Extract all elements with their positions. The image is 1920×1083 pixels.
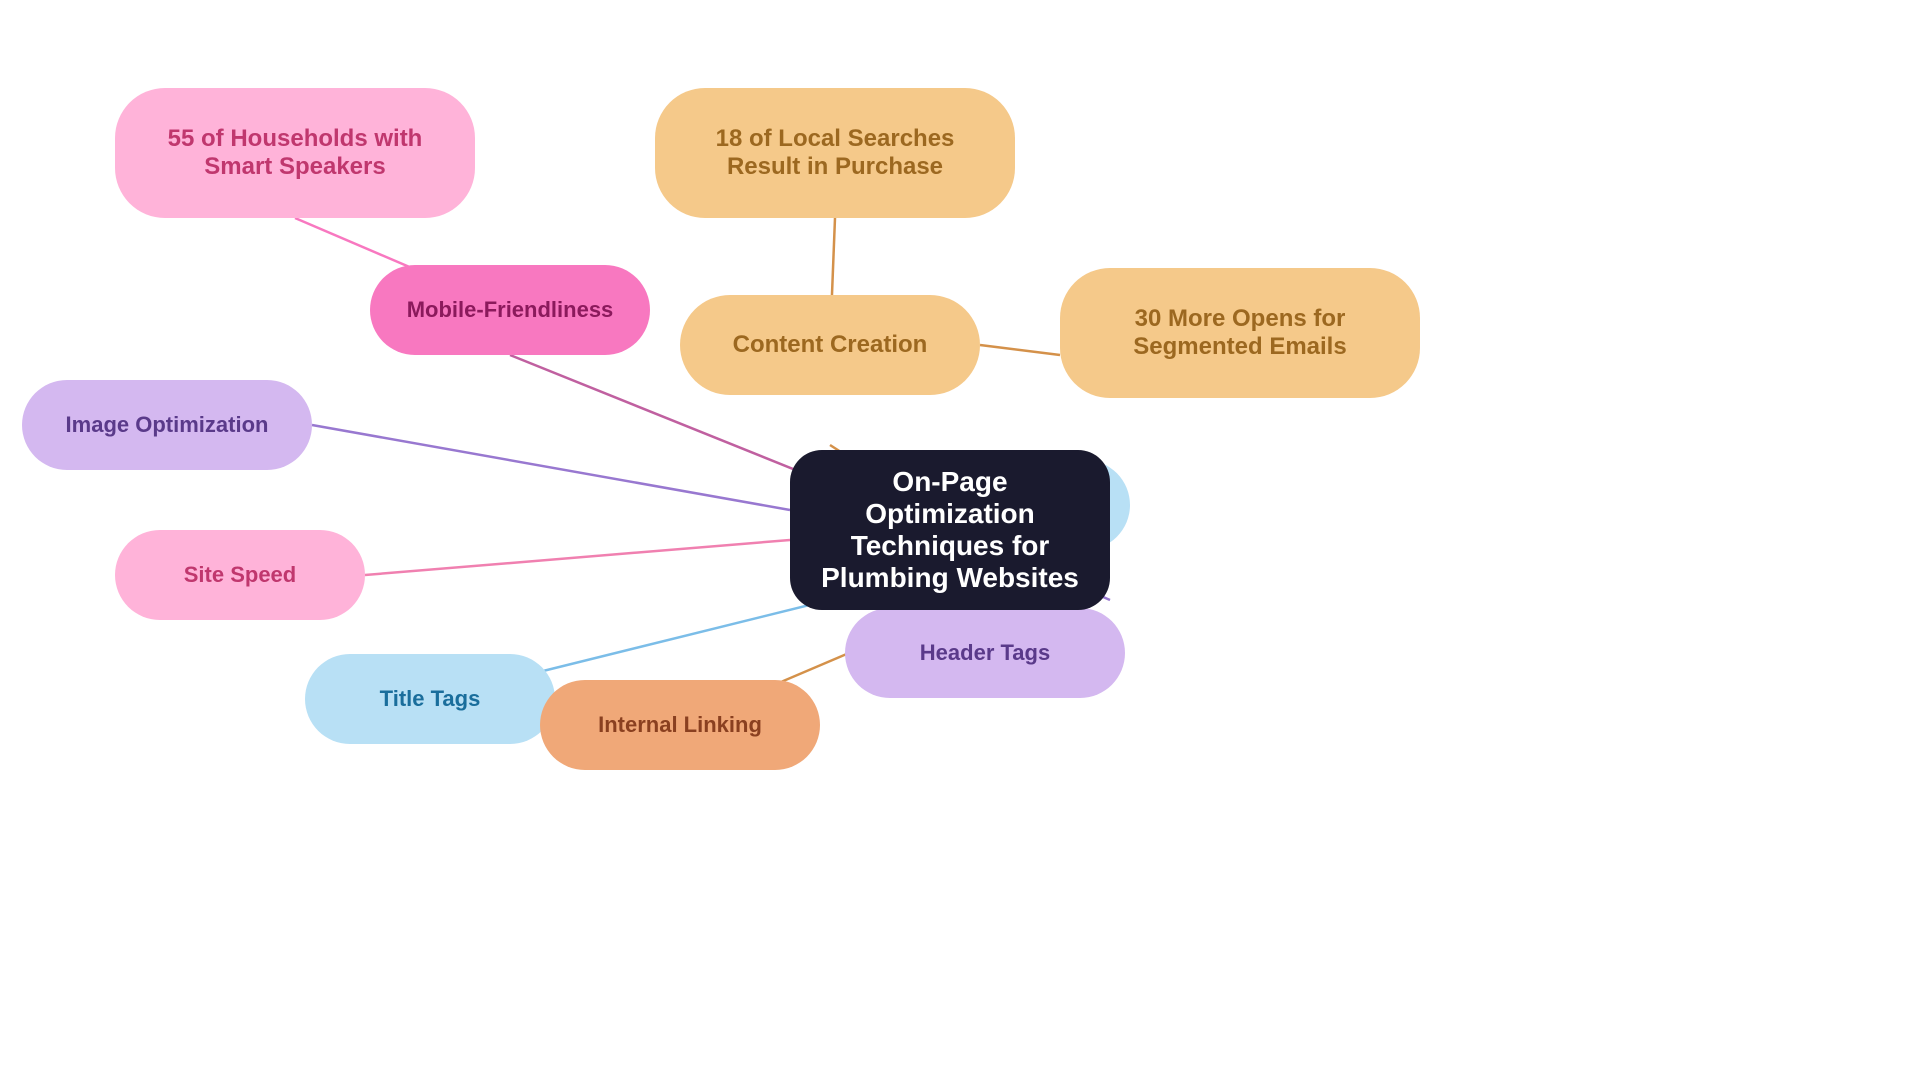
center-label: On-Page Optimization Techniques for Plum… — [818, 466, 1082, 594]
title-tags-node: Title Tags — [305, 654, 555, 744]
mobile-friendliness-node: Mobile-Friendliness — [370, 265, 650, 355]
internal-linking-label: Internal Linking — [598, 712, 762, 738]
segmented-emails-node: 30 More Opens for Segmented Emails — [1060, 268, 1420, 398]
image-optimization-node: Image Optimization — [22, 380, 312, 470]
header-tags-node: Header Tags — [845, 608, 1125, 698]
local-searches-label: 18 of Local Searches Result in Purchase — [683, 125, 987, 181]
header-tags-label: Header Tags — [920, 640, 1050, 666]
local-searches-node: 18 of Local Searches Result in Purchase — [655, 88, 1015, 218]
content-creation-node: Content Creation — [680, 295, 980, 395]
site-speed-node: Site Speed — [115, 530, 365, 620]
title-tags-label: Title Tags — [380, 686, 481, 712]
image-optimization-label: Image Optimization — [66, 412, 269, 438]
content-creation-label: Content Creation — [733, 331, 928, 359]
internal-linking-node: Internal Linking — [540, 680, 820, 770]
segmented-emails-label: 30 More Opens for Segmented Emails — [1088, 305, 1392, 361]
center-node: On-Page Optimization Techniques for Plum… — [790, 450, 1110, 610]
mobile-friendliness-label: Mobile-Friendliness — [407, 297, 614, 323]
site-speed-label: Site Speed — [184, 562, 296, 588]
smart-speakers-label: 55 of Households with Smart Speakers — [143, 125, 447, 181]
smart-speakers-node: 55 of Households with Smart Speakers — [115, 88, 475, 218]
